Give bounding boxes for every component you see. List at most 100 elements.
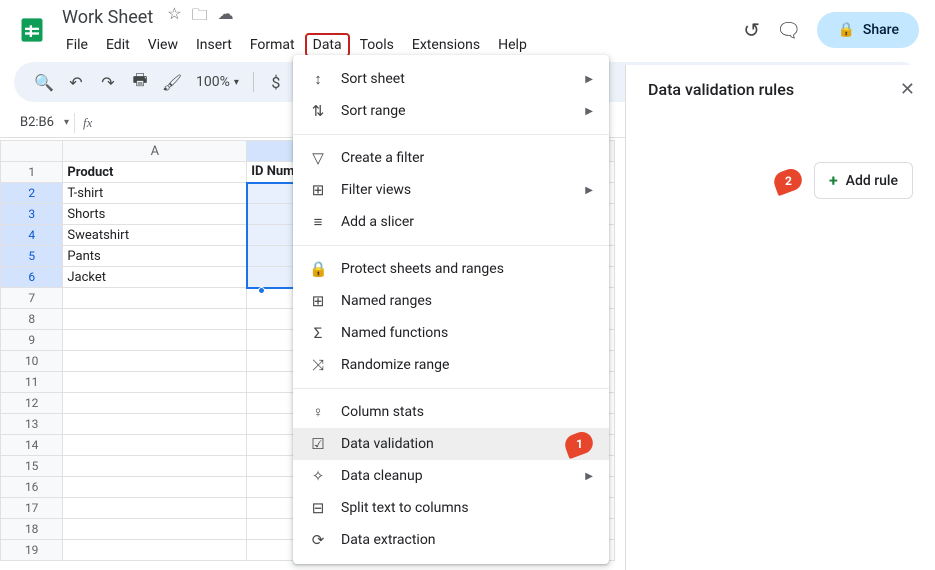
cell-A5[interactable]: Pants <box>63 246 247 267</box>
row-header-6[interactable]: 6 <box>1 267 63 288</box>
row-header-3[interactable]: 3 <box>1 204 63 225</box>
row-header-12[interactable]: 12 <box>1 393 63 414</box>
menu-tools[interactable]: Tools <box>352 33 402 57</box>
select-all-corner[interactable] <box>1 141 63 162</box>
cell-A8[interactable] <box>63 309 247 330</box>
selection-handle[interactable] <box>258 287 265 294</box>
lock-icon: 🔒 <box>837 22 854 38</box>
sidebar-title: Data validation rules <box>648 80 794 99</box>
comment-icon[interactable]: 🗨 <box>776 18 801 42</box>
menu-insert[interactable]: Insert <box>188 33 240 57</box>
menu-item-label: Data cleanup <box>341 468 571 484</box>
row-header-19[interactable]: 19 <box>1 540 63 561</box>
cell-A11[interactable] <box>63 372 247 393</box>
cell-A7[interactable] <box>63 288 247 309</box>
menu-bar: FileEditViewInsertFormatDataToolsExtensi… <box>58 33 743 57</box>
row-header-8[interactable]: 8 <box>1 309 63 330</box>
history-icon[interactable]: ↺ <box>743 18 760 42</box>
menu-view[interactable]: View <box>140 33 186 57</box>
add-rule-button[interactable]: + Add rule <box>814 162 913 199</box>
cell-A6[interactable]: Jacket <box>63 267 247 288</box>
data-validation-icon: ☑ <box>309 435 327 453</box>
menu-separator <box>293 134 609 135</box>
row-header-10[interactable]: 10 <box>1 351 63 372</box>
share-button[interactable]: 🔒 Share <box>817 12 919 48</box>
menu-item-label: Filter views <box>341 182 571 198</box>
menu-file[interactable]: File <box>58 33 96 57</box>
menu-help[interactable]: Help <box>490 33 535 57</box>
cell-A12[interactable] <box>63 393 247 414</box>
cell-A2[interactable]: T-shirt <box>63 183 247 204</box>
move-icon[interactable]: 🗀 <box>192 4 208 31</box>
menu-item-create a filter[interactable]: ▽ Create a filter <box>293 142 609 174</box>
row-header-18[interactable]: 18 <box>1 519 63 540</box>
row-header-17[interactable]: 17 <box>1 498 63 519</box>
row-header-14[interactable]: 14 <box>1 435 63 456</box>
sheets-logo[interactable] <box>16 14 48 46</box>
cloud-icon[interactable]: ☁ <box>218 4 234 31</box>
menu-data[interactable]: Data <box>305 33 350 57</box>
row-header-1[interactable]: 1 <box>1 162 63 183</box>
cell-A17[interactable] <box>63 498 247 519</box>
menu-item-data validation[interactable]: ☑ Data validation 1 <box>293 428 609 460</box>
row-header-5[interactable]: 5 <box>1 246 63 267</box>
row-header-9[interactable]: 9 <box>1 330 63 351</box>
named-functions-icon: Σ <box>309 324 327 342</box>
cell-A13[interactable] <box>63 414 247 435</box>
menu-item-named ranges[interactable]: ⊞ Named ranges <box>293 285 609 317</box>
column-stats-icon: ♀ <box>309 403 327 421</box>
menu-item-column stats[interactable]: ♀ Column stats <box>293 396 609 428</box>
search-icon[interactable]: 🔍 <box>30 68 58 96</box>
row-header-2[interactable]: 2 <box>1 183 63 204</box>
cell-A18[interactable] <box>63 519 247 540</box>
sort-sheet-icon: ↕ <box>309 70 327 88</box>
chevron-down-icon: ▾ <box>234 77 239 88</box>
doc-title[interactable]: Work Sheet <box>58 5 157 30</box>
cell-A10[interactable] <box>63 351 247 372</box>
menu-item-filter views[interactable]: ⊞ Filter views ▶ <box>293 174 609 206</box>
menu-item-randomize range[interactable]: ⤨ Randomize range <box>293 349 609 381</box>
undo-icon[interactable]: ↶ <box>62 68 90 96</box>
menu-format[interactable]: Format <box>242 33 303 57</box>
menu-item-split text to columns[interactable]: ⊟ Split text to columns <box>293 492 609 524</box>
cell-A1[interactable]: Product <box>63 162 247 183</box>
menu-item-named functions[interactable]: Σ Named functions <box>293 317 609 349</box>
submenu-arrow-icon: ▶ <box>585 74 593 85</box>
menu-item-sort sheet[interactable]: ↕ Sort sheet ▶ <box>293 63 609 95</box>
row-header-15[interactable]: 15 <box>1 456 63 477</box>
menu-item-data cleanup[interactable]: ✧ Data cleanup ▶ <box>293 460 609 492</box>
cell-A9[interactable] <box>63 330 247 351</box>
cell-A15[interactable] <box>63 456 247 477</box>
star-icon[interactable]: ☆ <box>167 4 181 31</box>
zoom-select[interactable]: 100% ▾ <box>190 74 245 90</box>
menu-extensions[interactable]: Extensions <box>404 33 488 57</box>
filter-views-icon: ⊞ <box>309 181 327 199</box>
col-header-A[interactable]: A <box>63 141 247 162</box>
cell-A16[interactable] <box>63 477 247 498</box>
protect-icon: 🔒 <box>309 260 327 278</box>
menu-item-data extraction[interactable]: ⟳ Data extraction <box>293 524 609 556</box>
name-box[interactable]: B2:B6 ▾ <box>14 113 74 132</box>
close-icon[interactable]: ✕ <box>900 79 915 100</box>
cell-A14[interactable] <box>63 435 247 456</box>
row-header-13[interactable]: 13 <box>1 414 63 435</box>
add-rule-label: Add rule <box>846 173 898 189</box>
menu-item-add a slicer[interactable]: ≡ Add a slicer <box>293 206 609 238</box>
row-header-7[interactable]: 7 <box>1 288 63 309</box>
menu-item-sort range[interactable]: ⇅ Sort range ▶ <box>293 95 609 127</box>
cell-A3[interactable]: Shorts <box>63 204 247 225</box>
print-icon[interactable]: 🖶 <box>126 68 154 96</box>
data-menu-dropdown: ↕ Sort sheet ▶ ⇅ Sort range ▶ ▽ Create a… <box>293 55 609 564</box>
menu-item-protect sheets and ranges[interactable]: 🔒 Protect sheets and ranges <box>293 253 609 285</box>
cell-A19[interactable] <box>63 540 247 561</box>
chevron-down-icon: ▾ <box>64 117 69 128</box>
row-header-4[interactable]: 4 <box>1 225 63 246</box>
menu-edit[interactable]: Edit <box>98 33 138 57</box>
row-header-11[interactable]: 11 <box>1 372 63 393</box>
paint-format-icon[interactable]: 🖌 <box>158 68 186 96</box>
redo-icon[interactable]: ↷ <box>94 68 122 96</box>
menu-item-label: Split text to columns <box>341 500 593 516</box>
currency-icon[interactable]: $ <box>262 68 290 96</box>
cell-A4[interactable]: Sweatshirt <box>63 225 247 246</box>
row-header-16[interactable]: 16 <box>1 477 63 498</box>
